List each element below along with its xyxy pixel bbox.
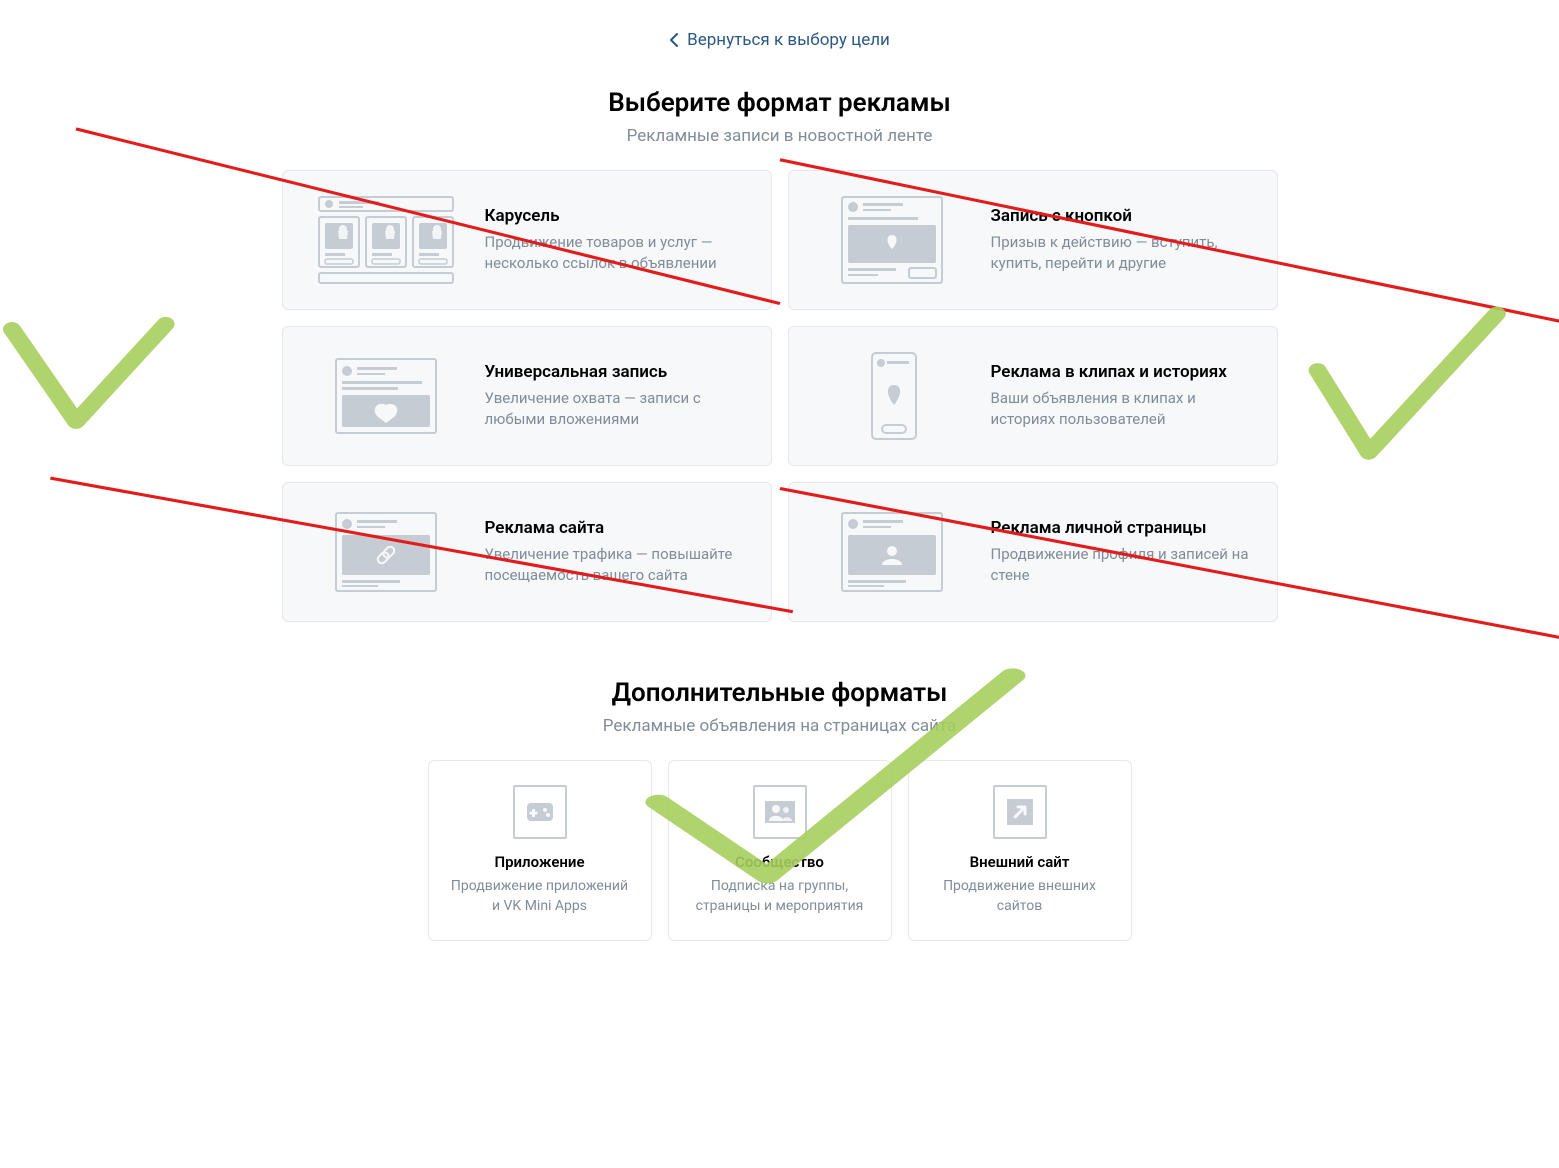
card-desc: Подписка на группы, страницы и мероприят… [687,877,873,916]
external-site-thumb [993,785,1047,839]
card-desc: Увеличение трафика — повышайте посещаемо… [485,544,743,586]
card-button-post[interactable]: Запись с кнопкой Призыв к действию — вст… [788,170,1278,310]
card-title: Приложение [494,853,584,871]
button-post-thumb [817,195,967,285]
gamepad-icon [526,802,554,822]
card-title: Реклама в клипах и историях [991,362,1249,382]
back-link-text: Вернуться к выбору цели [687,30,890,50]
carousel-thumb [311,195,461,285]
card-desc: Продвижение товаров и услуг — несколько … [485,232,743,274]
card-desc: Призыв к действию — вступить, купить, пе… [991,232,1249,274]
card-title: Карусель [485,206,743,226]
app-thumb [513,785,567,839]
card-body: Карусель Продвижение товаров и услуг — н… [485,206,743,274]
card-app[interactable]: Приложение Продвижение приложений и VK M… [428,760,652,941]
card-body: Универсальная запись Увеличение охвата —… [485,362,743,430]
section-title-2: Дополнительные форматы [140,678,1420,708]
personal-page-thumb [817,507,967,597]
card-desc: Продвижение внешних сайтов [927,877,1113,916]
clips-stories-thumb [817,351,967,441]
card-universal[interactable]: Универсальная запись Увеличение охвата —… [282,326,772,466]
community-thumb [753,785,807,839]
format-cards-grid: Карусель Продвижение товаров и услуг — н… [140,170,1420,622]
card-personal-page[interactable]: Реклама личной страницы Продвижение проф… [788,482,1278,622]
card-title: Сообщество [735,853,824,871]
card-community[interactable]: Сообщество Подписка на группы, страницы … [668,760,892,941]
section-title: Выберите формат рекламы [140,88,1420,118]
ad-format-page: Вернуться к выбору цели Выберите формат … [140,0,1420,1001]
card-desc: Продвижение приложений и VK Mini Apps [447,877,633,916]
card-title: Реклама сайта [485,518,743,538]
arrow-up-right-icon [1007,799,1033,825]
card-title: Универсальная запись [485,362,743,382]
card-desc: Продвижение профиля и записей на стене [991,544,1249,586]
card-title: Запись с кнопкой [991,206,1249,226]
card-site-ad[interactable]: Реклама сайта Увеличение трафика — повыш… [282,482,772,622]
card-body: Реклама личной страницы Продвижение проф… [991,518,1249,586]
card-title: Реклама личной страницы [991,518,1249,538]
card-carousel[interactable]: Карусель Продвижение товаров и услуг — н… [282,170,772,310]
additional-cards-grid: Приложение Продвижение приложений и VK M… [140,760,1420,941]
card-desc: Ваши объявления в клипах и историях поль… [991,388,1249,430]
universal-thumb [311,351,461,441]
card-clips-stories[interactable]: Реклама в клипах и историях Ваши объявле… [788,326,1278,466]
people-icon [765,801,795,823]
back-link[interactable]: Вернуться к выбору цели [140,0,1420,70]
card-body: Реклама сайта Увеличение трафика — повыш… [485,518,743,586]
card-body: Реклама в клипах и историях Ваши объявле… [991,362,1249,430]
section-subtitle-2: Рекламные объявления на страницах сайта [140,716,1420,736]
section-subtitle: Рекламные записи в новостной ленте [140,126,1420,146]
card-body: Запись с кнопкой Призыв к действию — вст… [991,206,1249,274]
card-title: Внешний сайт [970,853,1070,871]
card-external-site[interactable]: Внешний сайт Продвижение внешних сайтов [908,760,1132,941]
card-desc: Увеличение охвата — записи с любыми влож… [485,388,743,430]
site-ad-thumb [311,507,461,597]
chevron-left-icon [669,33,679,47]
